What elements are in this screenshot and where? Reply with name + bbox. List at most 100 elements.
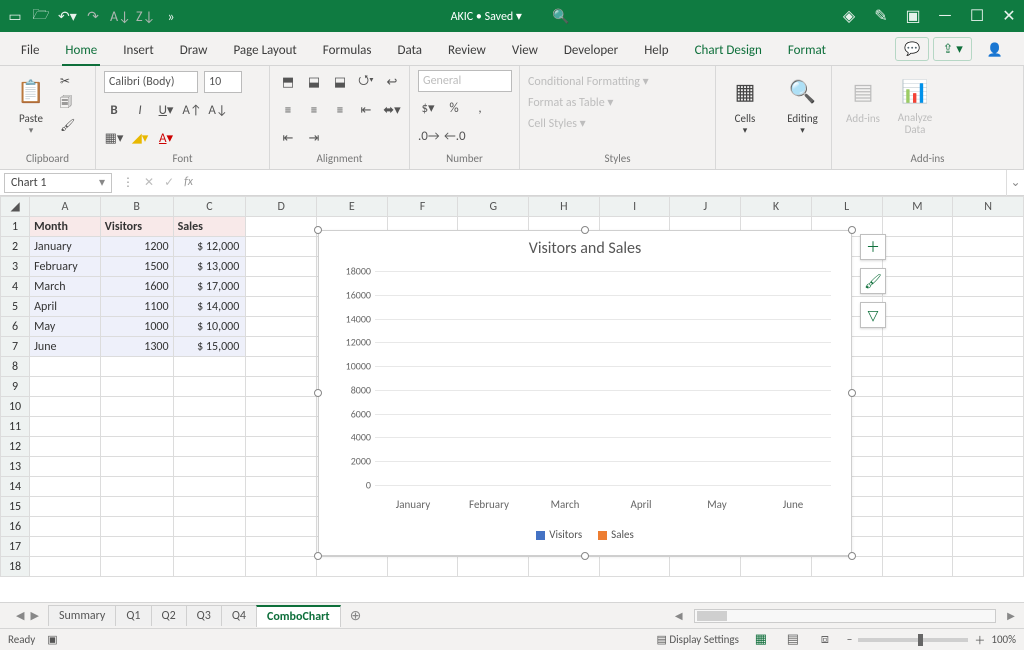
- tab-help[interactable]: Help: [633, 37, 679, 65]
- normal-view-icon[interactable]: ▦: [751, 632, 771, 647]
- chart-styles-button[interactable]: 🖌: [860, 268, 886, 294]
- select-all-corner[interactable]: ◢: [1, 197, 30, 217]
- copy-icon[interactable]: 🗐: [60, 93, 75, 114]
- hscroll-track[interactable]: [694, 609, 996, 623]
- col-header-N[interactable]: N: [953, 197, 1024, 217]
- zoom-slider[interactable]: [858, 638, 968, 642]
- col-header-L[interactable]: L: [811, 197, 882, 217]
- sheet-tab-combochart[interactable]: ComboChart: [256, 605, 341, 627]
- cut-icon[interactable]: ✂: [60, 74, 75, 89]
- ribbon-mode-icon[interactable]: ▣: [904, 6, 922, 26]
- increase-font-icon[interactable]: A↑: [182, 103, 202, 118]
- col-header-J[interactable]: J: [670, 197, 741, 217]
- wand-icon[interactable]: ✎: [872, 6, 890, 26]
- col-header-D[interactable]: D: [246, 197, 317, 217]
- display-settings-button[interactable]: ▤ Display Settings: [656, 633, 738, 646]
- fx-icon[interactable]: fx: [184, 175, 193, 190]
- col-header-I[interactable]: I: [599, 197, 670, 217]
- zoom-level[interactable]: 100%: [991, 633, 1016, 646]
- resize-handle[interactable]: [314, 552, 322, 560]
- resize-handle[interactable]: [848, 552, 856, 560]
- worksheet-area[interactable]: ◢ A B C D E F G H I J K L M N 1MonthVisi…: [0, 196, 1024, 602]
- resize-handle[interactable]: [848, 226, 856, 234]
- cells-button[interactable]: ▦Cells▾: [724, 70, 766, 136]
- chart-elements-button[interactable]: ＋: [860, 234, 886, 260]
- tab-formulas[interactable]: Formulas: [312, 37, 383, 65]
- share-button[interactable]: ⇪ ▾: [933, 37, 971, 61]
- zoom-out-button[interactable]: −: [847, 633, 852, 646]
- open-file-icon[interactable]: 🗁: [32, 4, 50, 28]
- editing-button[interactable]: 🔍Editing▾: [782, 70, 823, 136]
- comments-button[interactable]: 💬: [895, 37, 929, 61]
- sheet-tab-q2[interactable]: Q2: [151, 605, 187, 626]
- chart-title[interactable]: Visitors and Sales: [319, 239, 851, 258]
- font-name-select[interactable]: [104, 71, 198, 93]
- sheet-nav-prev-icon[interactable]: ◀: [16, 609, 24, 622]
- formula-input[interactable]: [203, 173, 1006, 193]
- resize-handle[interactable]: [314, 226, 322, 234]
- paste-button[interactable]: 📋 Paste ▾: [8, 70, 54, 136]
- resize-handle[interactable]: [314, 389, 322, 397]
- underline-button[interactable]: U▾: [156, 103, 176, 118]
- hscroll-left-icon[interactable]: ◀: [672, 609, 686, 622]
- close-icon[interactable]: ✕: [1000, 6, 1018, 26]
- tab-home[interactable]: Home: [54, 37, 108, 65]
- name-box[interactable]: Chart 1▾: [4, 173, 112, 193]
- tab-format[interactable]: Format: [777, 37, 837, 65]
- col-header-K[interactable]: K: [741, 197, 812, 217]
- font-size-select[interactable]: [204, 71, 242, 93]
- resize-handle[interactable]: [581, 552, 589, 560]
- formula-expand-icon[interactable]: ⌄: [1006, 170, 1024, 196]
- sheet-nav-next-icon[interactable]: ▶: [30, 609, 38, 622]
- hscroll-thumb[interactable]: [697, 611, 727, 621]
- macro-record-icon[interactable]: ▣: [47, 633, 57, 646]
- sheet-tab-q1[interactable]: Q1: [115, 605, 151, 626]
- tab-data[interactable]: Data: [387, 37, 434, 65]
- font-color-icon[interactable]: A▾: [156, 131, 176, 146]
- sheet-tab-q4[interactable]: Q4: [221, 605, 257, 626]
- tab-insert[interactable]: Insert: [112, 37, 165, 65]
- decrease-font-icon[interactable]: A↓: [208, 103, 228, 118]
- chart-object[interactable]: Visitors and Sales 020004000600080001000…: [318, 230, 852, 556]
- chart-legend[interactable]: Visitors Sales: [319, 528, 851, 541]
- italic-button[interactable]: I: [130, 103, 150, 118]
- col-header-G[interactable]: G: [458, 197, 529, 217]
- tab-developer[interactable]: Developer: [553, 37, 629, 65]
- minimize-icon[interactable]: —: [936, 6, 954, 26]
- col-header-C[interactable]: C: [173, 197, 246, 217]
- tab-view[interactable]: View: [501, 37, 549, 65]
- tab-file[interactable]: File: [10, 37, 50, 65]
- sheet-tab-q3[interactable]: Q3: [186, 605, 222, 626]
- resize-handle[interactable]: [581, 226, 589, 234]
- bold-button[interactable]: B: [104, 103, 124, 118]
- format-painter-icon[interactable]: 🖌: [60, 118, 75, 133]
- col-header-H[interactable]: H: [529, 197, 600, 217]
- col-header-E[interactable]: E: [317, 197, 388, 217]
- chart-filters-button[interactable]: ▽: [860, 302, 886, 328]
- new-file-icon[interactable]: ▭: [6, 8, 24, 25]
- document-title[interactable]: AKIC • Saved ▾: [451, 9, 522, 24]
- col-header-B[interactable]: B: [100, 197, 173, 217]
- undo-icon[interactable]: ↶▾: [58, 8, 76, 25]
- new-sheet-button[interactable]: ⊕: [340, 604, 372, 627]
- account-icon[interactable]: 👤: [976, 37, 1014, 65]
- diamond-icon[interactable]: ◈: [840, 6, 858, 26]
- search-icon[interactable]: 🔍: [552, 8, 569, 25]
- sheet-tab-summary[interactable]: Summary: [48, 605, 116, 626]
- tab-draw[interactable]: Draw: [169, 37, 219, 65]
- page-break-view-icon[interactable]: ⧈: [815, 632, 835, 647]
- col-header-M[interactable]: M: [882, 197, 953, 217]
- tab-page-layout[interactable]: Page Layout: [222, 37, 307, 65]
- col-header-A[interactable]: A: [30, 197, 101, 217]
- maximize-icon[interactable]: ☐: [968, 6, 986, 26]
- hscroll-right-icon[interactable]: ▶: [1004, 609, 1018, 622]
- page-layout-view-icon[interactable]: ▤: [783, 632, 803, 647]
- tab-chart-design[interactable]: Chart Design: [684, 37, 773, 65]
- borders-icon[interactable]: ▦▾: [104, 131, 124, 146]
- col-header-F[interactable]: F: [387, 197, 458, 217]
- resize-handle[interactable]: [848, 389, 856, 397]
- tab-review[interactable]: Review: [437, 37, 497, 65]
- fill-color-icon[interactable]: ◢▾: [130, 131, 150, 146]
- zoom-in-button[interactable]: ＋: [974, 632, 985, 648]
- chart-plot-area[interactable]: 0200040006000800010000120001400016000180…: [375, 271, 831, 485]
